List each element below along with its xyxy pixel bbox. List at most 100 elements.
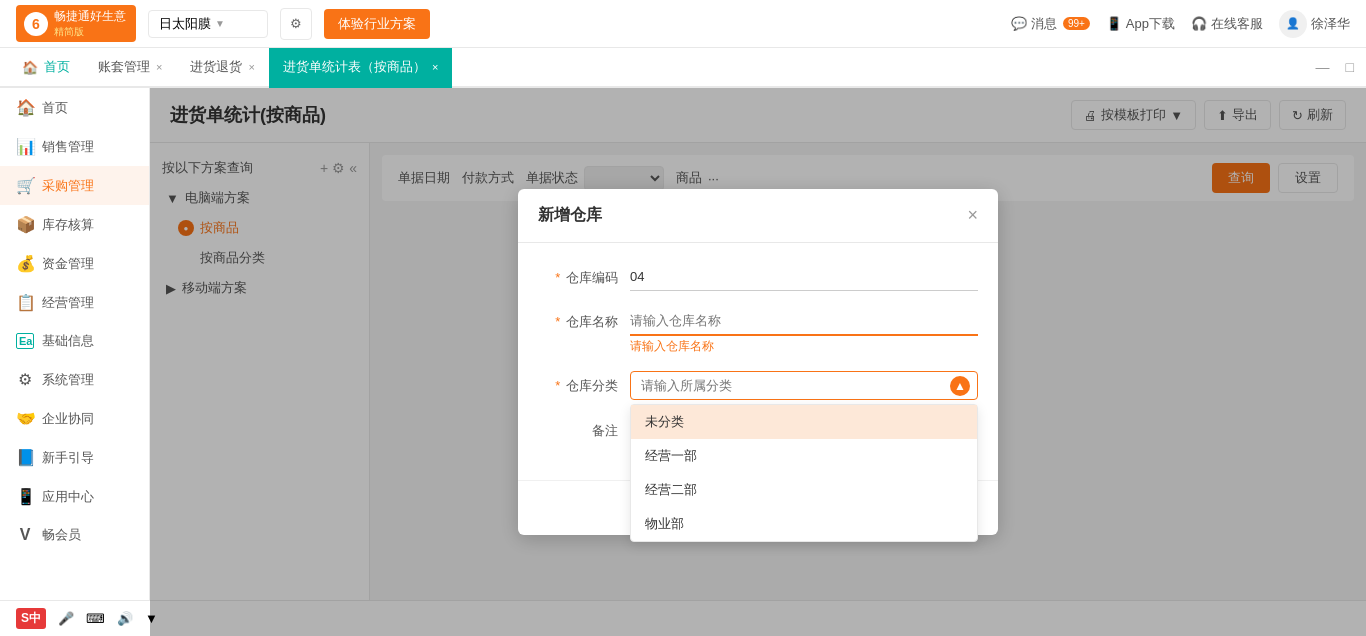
home-icon: 🏠 <box>16 98 34 117</box>
sidebar-item-sales[interactable]: 📊 销售管理 <box>0 127 149 166</box>
header-right: 💬 消息 99+ 📱 App下载 🎧 在线客服 👤 徐泽华 <box>1011 10 1350 38</box>
tab-purchase-return-label: 进货退货 <box>190 58 242 76</box>
required-star-3: * <box>555 378 560 393</box>
bottom-logo: S中 <box>16 608 46 629</box>
sidebar-home-label: 首页 <box>42 99 68 117</box>
tab-accounts-close[interactable]: × <box>156 61 162 73</box>
sidebar-item-appcenter[interactable]: 📱 应用中心 <box>0 477 149 516</box>
volume-icon[interactable]: 🔊 <box>117 611 133 626</box>
name-input[interactable] <box>630 307 978 336</box>
headset-icon: 🎧 <box>1191 16 1207 31</box>
experience-button[interactable]: 体验行业方案 <box>324 9 430 39</box>
tab-purchase-stats-close[interactable]: × <box>432 61 438 73</box>
messages-item[interactable]: 💬 消息 99+ <box>1011 15 1090 33</box>
operations-icon: 📋 <box>16 293 34 312</box>
required-star: * <box>555 270 560 285</box>
required-star-2: * <box>555 314 560 329</box>
store-selector[interactable]: 日太阳膜 ▼ <box>148 10 268 38</box>
dropdown-item-dept2[interactable]: 经营二部 <box>631 473 977 507</box>
tab-home[interactable]: 🏠 首页 <box>8 48 84 88</box>
online-service-item[interactable]: 🎧 在线客服 <box>1191 15 1263 33</box>
gear-icon: ⚙ <box>290 16 302 31</box>
dropdown-item-dept1[interactable]: 经营一部 <box>631 439 977 473</box>
category-dropdown: 未分类 经营一部 经营二部 物业部 <box>630 404 978 542</box>
avatar: 👤 <box>1279 10 1307 38</box>
tab-maximize-btn[interactable]: □ <box>1342 55 1358 79</box>
code-input[interactable] <box>630 263 978 291</box>
sidebar-inventory-label: 库存核算 <box>42 216 94 234</box>
purchase-icon: 🛒 <box>16 176 34 195</box>
name-error-msg: 请输入仓库名称 <box>630 338 978 355</box>
sidebar: 🏠 首页 📊 销售管理 🛒 采购管理 📦 库存核算 💰 资金管理 📋 经营管理 … <box>0 88 150 636</box>
mic-icon[interactable]: 🎤 <box>58 611 74 626</box>
sidebar-enterprise-label: 企业协同 <box>42 410 94 428</box>
main-layout: 🏠 首页 📊 销售管理 🛒 采购管理 📦 库存核算 💰 资金管理 📋 经营管理 … <box>0 88 1366 636</box>
phone-icon: 📱 <box>1106 16 1122 31</box>
sidebar-purchase-label: 采购管理 <box>42 177 94 195</box>
app-download-item[interactable]: 📱 App下载 <box>1106 15 1175 33</box>
logo-icon: 6 <box>24 12 48 36</box>
sidebar-item-finance[interactable]: 💰 资金管理 <box>0 244 149 283</box>
sidebar-item-enterprise[interactable]: 🤝 企业协同 <box>0 399 149 438</box>
sidebar-basics-label: 基础信息 <box>42 332 94 350</box>
modal-body: * 仓库编码 * 仓库名称 <box>518 243 998 480</box>
tab-bar-actions: — □ <box>1312 55 1358 79</box>
category-toggle-btn[interactable]: ▲ <box>950 376 970 396</box>
category-form-row: * 仓库分类 ▲ 未分类 经营一部 经营二部 物业部 <box>538 371 978 400</box>
user-name: 徐泽华 <box>1311 15 1350 33</box>
sidebar-item-system[interactable]: ⚙ 系统管理 <box>0 360 149 399</box>
sidebar-member-label: 畅会员 <box>42 526 81 544</box>
logo[interactable]: 6 畅捷通好生意 精简版 <box>16 5 136 42</box>
sidebar-item-basics[interactable]: Ea 基础信息 <box>0 322 149 360</box>
tab-home-label: 首页 <box>44 58 70 76</box>
tab-purchase-return-close[interactable]: × <box>248 61 254 73</box>
category-input[interactable] <box>630 371 978 400</box>
tab-purchase-stats[interactable]: 进货单统计表（按商品） × <box>269 48 452 88</box>
user-item[interactable]: 👤 徐泽华 <box>1279 10 1350 38</box>
store-name: 日太阳膜 <box>159 15 211 33</box>
sidebar-item-newbie[interactable]: 📘 新手引导 <box>0 438 149 477</box>
system-icon: ⚙ <box>16 370 34 389</box>
basics-icon: Ea <box>16 333 34 349</box>
messages-badge: 99+ <box>1063 17 1090 30</box>
sidebar-newbie-label: 新手引导 <box>42 449 94 467</box>
sidebar-system-label: 系统管理 <box>42 371 94 389</box>
tab-purchase-stats-label: 进货单统计表（按商品） <box>283 58 426 76</box>
inventory-icon: 📦 <box>16 215 34 234</box>
code-label: * 仓库编码 <box>538 263 618 287</box>
sidebar-item-operations[interactable]: 📋 经营管理 <box>0 283 149 322</box>
page-content: 进货单统计(按商品) 🖨 按模板打印 ▼ ⬆ 导出 ↻ 刷新 <box>150 88 1366 636</box>
home-icon: 🏠 <box>22 60 38 75</box>
sidebar-finance-label: 资金管理 <box>42 255 94 273</box>
sales-icon: 📊 <box>16 137 34 156</box>
messages-label: 消息 <box>1031 15 1057 33</box>
finance-icon: 💰 <box>16 254 34 273</box>
tab-accounts[interactable]: 账套管理 × <box>84 48 176 88</box>
code-field <box>630 263 978 291</box>
code-form-row: * 仓库编码 <box>538 263 978 291</box>
sidebar-item-member[interactable]: V 畅会员 <box>0 516 149 554</box>
name-form-row: * 仓库名称 请输入仓库名称 <box>538 307 978 355</box>
dropdown-item-unclassified[interactable]: 未分类 <box>631 405 977 439</box>
newbie-icon: 📘 <box>16 448 34 467</box>
sidebar-sales-label: 销售管理 <box>42 138 94 156</box>
new-warehouse-modal: 新增仓库 × * 仓库编码 <box>518 189 998 535</box>
sidebar-operations-label: 经营管理 <box>42 294 94 312</box>
sidebar-item-inventory[interactable]: 📦 库存核算 <box>0 205 149 244</box>
sidebar-item-purchase[interactable]: 🛒 采购管理 <box>0 166 149 205</box>
dropdown-item-dept3[interactable]: 物业部 <box>631 507 977 541</box>
category-label: * 仓库分类 <box>538 371 618 395</box>
sidebar-appcenter-label: 应用中心 <box>42 488 94 506</box>
sidebar-item-home[interactable]: 🏠 首页 <box>0 88 149 127</box>
tab-purchase-return[interactable]: 进货退货 × <box>176 48 268 88</box>
keyboard-icon[interactable]: ⌨ <box>86 611 105 626</box>
remark-label: 备注 <box>538 416 618 440</box>
tab-minimize-btn[interactable]: — <box>1312 55 1334 79</box>
tab-accounts-label: 账套管理 <box>98 58 150 76</box>
settings-button[interactable]: ⚙ <box>280 8 312 40</box>
name-field: 请输入仓库名称 <box>630 307 978 355</box>
modal-header: 新增仓库 × <box>518 189 998 243</box>
modal-close-button[interactable]: × <box>967 205 978 226</box>
logo-text: 畅捷通好生意 精简版 <box>54 9 126 38</box>
appcenter-icon: 📱 <box>16 487 34 506</box>
